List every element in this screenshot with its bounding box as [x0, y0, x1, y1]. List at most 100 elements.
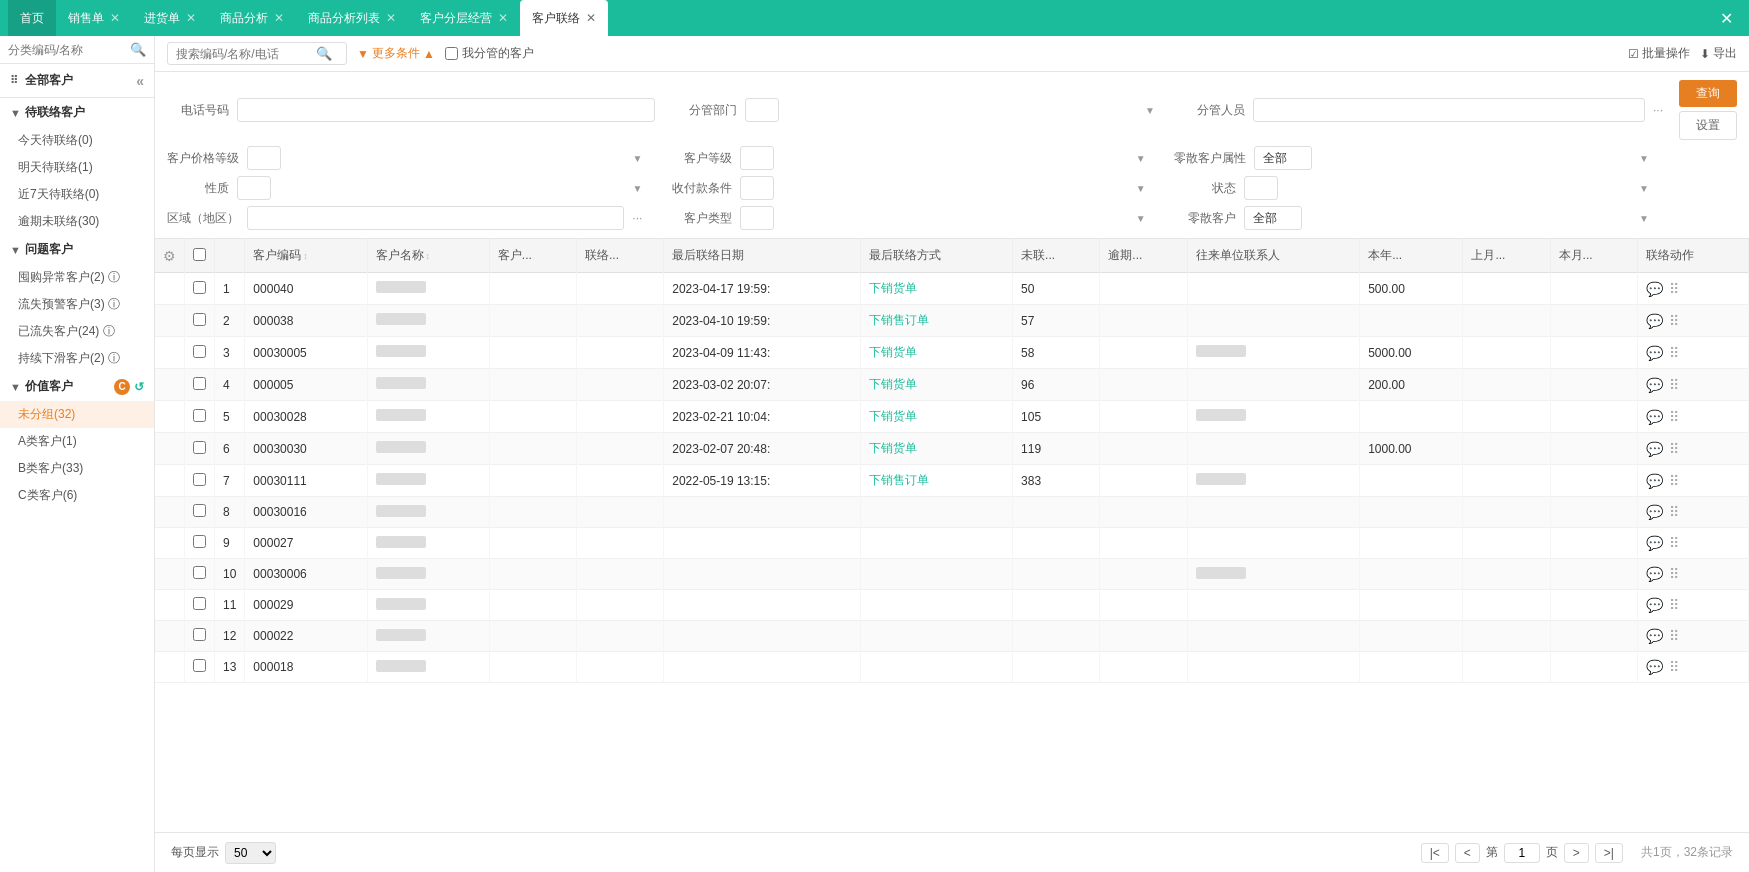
- more-action-icon[interactable]: ⠿: [1669, 597, 1679, 613]
- row-checkbox-cell[interactable]: [185, 652, 215, 683]
- batch-ops-button[interactable]: ☑ 批量操作: [1628, 45, 1690, 62]
- sidebar-item-class-c[interactable]: C类客户(6): [0, 482, 154, 509]
- last-type-link[interactable]: 下销售订单: [869, 473, 929, 487]
- more-action-icon[interactable]: ⠿: [1669, 628, 1679, 644]
- row-checkbox[interactable]: [193, 313, 206, 326]
- sidebar-search-box[interactable]: 🔍: [0, 36, 154, 64]
- sidebar-item-ungroup[interactable]: 未分组(32): [0, 401, 154, 428]
- tab-customer-segment[interactable]: 客户分层经营 ✕: [408, 0, 520, 36]
- sidebar-item-warning[interactable]: 流失预警客户(3) ⓘ: [0, 291, 154, 318]
- close-icon[interactable]: ✕: [274, 11, 284, 25]
- more-action-icon[interactable]: ⠿: [1669, 281, 1679, 297]
- chat-icon[interactable]: 💬: [1646, 566, 1663, 582]
- last-type-link[interactable]: 下销货单: [869, 377, 917, 391]
- customer-type-select[interactable]: [740, 206, 774, 230]
- payment-select[interactable]: [740, 176, 774, 200]
- row-checkbox[interactable]: [193, 535, 206, 548]
- more-action-icon[interactable]: ⠿: [1669, 441, 1679, 457]
- window-close-button[interactable]: ✕: [1712, 9, 1741, 28]
- sidebar-item-7days[interactable]: 近7天待联络(0): [0, 181, 154, 208]
- close-icon[interactable]: ✕: [586, 11, 596, 25]
- row-checkbox[interactable]: [193, 659, 206, 672]
- scattered-select[interactable]: 全部: [1244, 206, 1302, 230]
- more-action-icon[interactable]: ⠿: [1669, 313, 1679, 329]
- refresh-icon[interactable]: ↺: [134, 380, 144, 394]
- more-dots-icon[interactable]: ···: [624, 211, 650, 225]
- chat-icon[interactable]: 💬: [1646, 441, 1663, 457]
- more-action-icon[interactable]: ⠿: [1669, 377, 1679, 393]
- prev-page-button[interactable]: <: [1455, 843, 1480, 863]
- gear-icon[interactable]: ⚙: [163, 248, 176, 264]
- col-gear[interactable]: ⚙: [155, 239, 185, 273]
- more-action-icon[interactable]: ⠿: [1669, 504, 1679, 520]
- last-type-link[interactable]: 下销售订单: [869, 313, 929, 327]
- chat-icon[interactable]: 💬: [1646, 504, 1663, 520]
- row-checkbox-cell[interactable]: [185, 590, 215, 621]
- row-checkbox-cell[interactable]: [185, 305, 215, 337]
- main-search-input[interactable]: [176, 47, 316, 61]
- row-checkbox-cell[interactable]: [185, 401, 215, 433]
- person-input[interactable]: [1253, 98, 1645, 122]
- chat-icon[interactable]: 💬: [1646, 377, 1663, 393]
- my-customers-check[interactable]: [445, 47, 458, 60]
- row-checkbox[interactable]: [193, 597, 206, 610]
- row-checkbox[interactable]: [193, 441, 206, 454]
- chat-icon[interactable]: 💬: [1646, 409, 1663, 425]
- page-number-input[interactable]: [1504, 843, 1540, 863]
- dept-select[interactable]: [745, 98, 779, 122]
- sidebar-item-abnormal[interactable]: 囤购异常客户(2) ⓘ: [0, 264, 154, 291]
- row-checkbox[interactable]: [193, 281, 206, 294]
- row-checkbox-cell[interactable]: [185, 559, 215, 590]
- sidebar-item-overdue[interactable]: 逾期未联络(30): [0, 208, 154, 235]
- sidebar-collapse-icon[interactable]: «: [136, 73, 144, 89]
- tab-customer-contact[interactable]: 客户联络 ✕: [520, 0, 608, 36]
- sidebar-search-icon[interactable]: 🔍: [130, 42, 146, 57]
- row-checkbox[interactable]: [193, 504, 206, 517]
- sidebar-item-class-a[interactable]: A类客户(1): [0, 428, 154, 455]
- chat-icon[interactable]: 💬: [1646, 628, 1663, 644]
- customer-level-select[interactable]: [740, 146, 774, 170]
- my-customers-checkbox[interactable]: 我分管的客户: [445, 45, 534, 62]
- sidebar-item-declining[interactable]: 持续下滑客户(2) ⓘ: [0, 345, 154, 372]
- main-search-box[interactable]: 🔍: [167, 42, 347, 65]
- chat-icon[interactable]: 💬: [1646, 345, 1663, 361]
- main-search-icon[interactable]: 🔍: [316, 46, 332, 61]
- tab-goods-analysis[interactable]: 商品分析 ✕: [208, 0, 296, 36]
- row-checkbox[interactable]: [193, 473, 206, 486]
- region-input[interactable]: [247, 206, 624, 230]
- more-conditions-button[interactable]: ▼ 更多条件 ▲: [357, 45, 435, 62]
- tab-purchase[interactable]: 进货单 ✕: [132, 0, 208, 36]
- status-select[interactable]: [1244, 176, 1278, 200]
- row-checkbox[interactable]: [193, 566, 206, 579]
- more-action-icon[interactable]: ⠿: [1669, 566, 1679, 582]
- last-type-link[interactable]: 下销货单: [869, 345, 917, 359]
- last-type-link[interactable]: 下销货单: [869, 281, 917, 295]
- reset-button[interactable]: 设置: [1679, 111, 1737, 140]
- tab-sales[interactable]: 销售单 ✕: [56, 0, 132, 36]
- phone-input[interactable]: [237, 98, 655, 122]
- select-all-checkbox[interactable]: [193, 248, 206, 261]
- chat-icon[interactable]: 💬: [1646, 473, 1663, 489]
- row-checkbox-cell[interactable]: [185, 337, 215, 369]
- col-checkbox[interactable]: [185, 239, 215, 273]
- more-action-icon[interactable]: ⠿: [1669, 409, 1679, 425]
- row-checkbox[interactable]: [193, 345, 206, 358]
- export-button[interactable]: ⬇ 导出: [1700, 45, 1737, 62]
- sidebar-item-today[interactable]: 今天待联络(0): [0, 127, 154, 154]
- row-checkbox-cell[interactable]: [185, 465, 215, 497]
- row-checkbox-cell[interactable]: [185, 528, 215, 559]
- more-action-icon[interactable]: ⠿: [1669, 345, 1679, 361]
- close-icon[interactable]: ✕: [498, 11, 508, 25]
- more-action-icon[interactable]: ⠿: [1669, 659, 1679, 675]
- close-icon[interactable]: ✕: [386, 11, 396, 25]
- page-size-select[interactable]: 50 100 200: [225, 842, 276, 864]
- price-level-select[interactable]: [247, 146, 281, 170]
- tab-home[interactable]: 首页: [8, 0, 56, 36]
- chat-icon[interactable]: 💬: [1646, 659, 1663, 675]
- sidebar-item-tomorrow[interactable]: 明天待联络(1): [0, 154, 154, 181]
- row-checkbox[interactable]: [193, 377, 206, 390]
- chat-icon[interactable]: 💬: [1646, 313, 1663, 329]
- nature-select[interactable]: [237, 176, 271, 200]
- last-type-link[interactable]: 下销货单: [869, 409, 917, 423]
- sidebar-item-lost[interactable]: 已流失客户(24) ⓘ: [0, 318, 154, 345]
